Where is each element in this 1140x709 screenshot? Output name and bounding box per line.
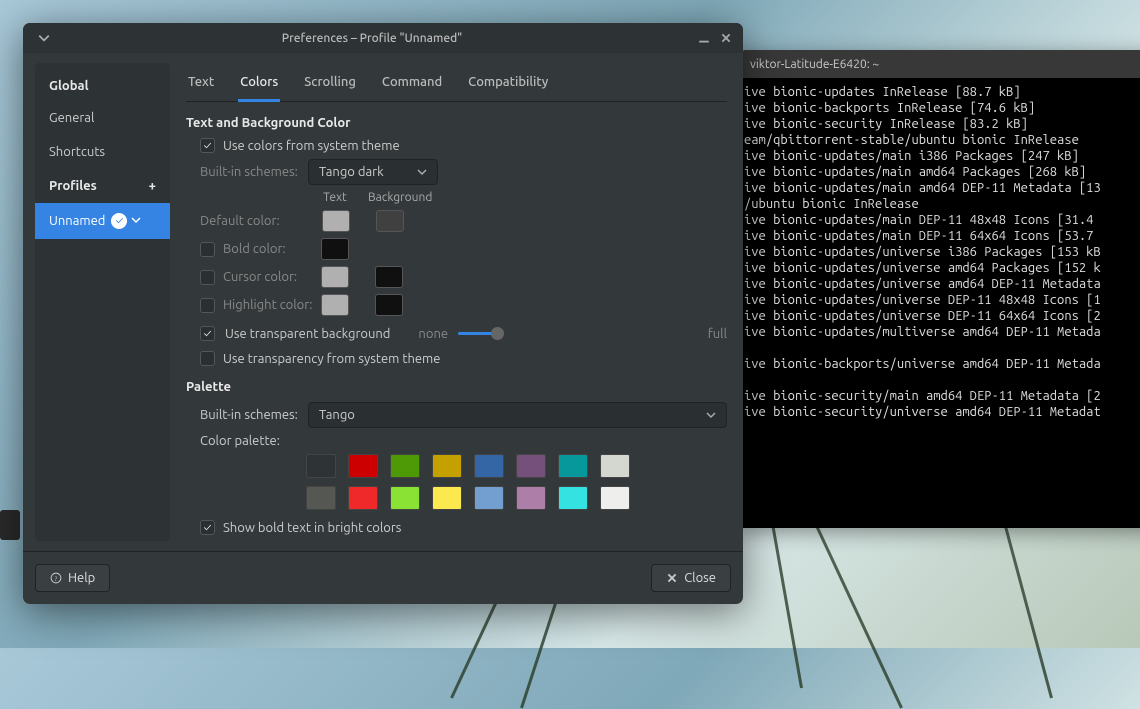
use-system-colors-label: Use colors from system theme [223,139,400,153]
palette-swatch-1[interactable] [348,454,378,478]
cursor-color-checkbox[interactable] [200,270,215,285]
transparency-slider[interactable] [458,332,498,335]
sidebar-heading-global: Global [35,69,170,101]
close-button[interactable]: Close [651,564,731,592]
palette-swatch-4[interactable] [474,454,504,478]
palette-schemes-select[interactable]: Tango [308,402,727,428]
tab-command[interactable]: Command [380,69,444,101]
transparency-none-label: none [418,327,448,341]
use-transparent-bg-label: Use transparent background [225,327,390,341]
palette-swatch-11[interactable] [432,486,462,510]
palette-swatch-13[interactable] [516,486,546,510]
palette-builtin-schemes-label: Built-in schemes: [200,408,300,422]
sidebar-heading-profiles: Profiles + [35,169,170,203]
use-transparent-bg-checkbox[interactable] [200,326,215,341]
color-column-headers: Text Background [186,191,727,204]
cursor-bg-swatch[interactable] [375,266,403,288]
transparency-full-label: full [708,327,727,341]
tabs: Text Colors Scrolling Command Compatibil… [186,69,727,102]
highlight-text-swatch[interactable] [321,294,349,316]
default-color-label: Default color: [200,214,300,228]
dialog-footer: ? Help Close [23,551,743,604]
use-transparency-system-label: Use transparency from system theme [223,352,440,366]
palette-swatch-5[interactable] [516,454,546,478]
palette-swatch-0[interactable] [306,454,336,478]
palette-swatch-14[interactable] [558,486,588,510]
section-palette-title: Palette [186,380,727,394]
terminal-titlebar[interactable]: viktor-Latitude-E6420: ~ [740,50,1140,78]
main-panel: Text Colors Scrolling Command Compatibil… [182,63,731,541]
builtin-schemes-select[interactable]: Tango dark [308,159,438,185]
taskbar-fragment [0,510,20,540]
dialog-title: Preferences – Profile "Unnamed" [282,32,462,45]
preferences-dialog: Preferences – Profile "Unnamed" Global G… [23,23,743,604]
dialog-titlebar[interactable]: Preferences – Profile "Unnamed" [23,23,743,53]
color-palette-label: Color palette: [200,434,300,448]
section-text-bg-title: Text and Background Color [186,116,727,130]
bold-color-checkbox[interactable] [200,242,215,257]
default-bg-swatch[interactable] [376,210,404,232]
check-icon: ✓ [111,213,127,229]
bold-text-swatch[interactable] [321,238,349,260]
close-icon[interactable] [717,29,735,47]
highlight-bg-swatch[interactable] [375,294,403,316]
sidebar-item-unnamed-profile[interactable]: Unnamed ✓ [35,203,170,239]
tab-colors[interactable]: Colors [238,69,280,102]
palette-swatch-2[interactable] [390,454,420,478]
palette-swatch-15[interactable] [600,486,630,510]
palette-grid [186,454,727,510]
terminal-window: viktor-Latitude-E6420: ~ ive bionic-upda… [740,50,1140,528]
default-text-swatch[interactable] [322,210,350,232]
cursor-color-label: Cursor color: [223,270,313,284]
tab-scrolling[interactable]: Scrolling [302,69,358,101]
minimize-icon[interactable] [695,29,713,47]
palette-swatch-6[interactable] [558,454,588,478]
sidebar: Global General Shortcuts Profiles + Unna… [35,63,170,541]
sidebar-item-general[interactable]: General [35,101,170,135]
palette-swatch-7[interactable] [600,454,630,478]
use-system-colors-checkbox[interactable] [200,138,215,153]
highlight-color-label: Highlight color: [223,298,313,312]
use-transparency-system-checkbox[interactable] [200,351,215,366]
palette-swatch-8[interactable] [306,486,336,510]
chevron-down-icon[interactable] [35,29,53,47]
bold-color-label: Bold color: [223,242,313,256]
palette-swatch-3[interactable] [432,454,462,478]
palette-swatch-10[interactable] [390,486,420,510]
tab-compatibility[interactable]: Compatibility [466,69,550,101]
palette-swatch-9[interactable] [348,486,378,510]
cursor-text-swatch[interactable] [321,266,349,288]
chevron-down-icon[interactable] [131,214,141,228]
tab-text[interactable]: Text [186,69,216,101]
help-button[interactable]: ? Help [35,564,110,592]
terminal-title: viktor-Latitude-E6420: ~ [750,58,879,71]
show-bold-bright-checkbox[interactable] [200,520,215,535]
svg-text:?: ? [55,576,58,583]
show-bold-bright-label: Show bold text in bright colors [223,521,401,535]
builtin-schemes-label: Built-in schemes: [200,165,300,179]
palette-swatch-12[interactable] [474,486,504,510]
sidebar-item-shortcuts[interactable]: Shortcuts [35,135,170,169]
terminal-body[interactable]: ive bionic-updates InRelease [88.7 kB] i… [740,78,1140,528]
highlight-color-checkbox[interactable] [200,298,215,313]
add-profile-icon[interactable]: + [149,179,156,193]
